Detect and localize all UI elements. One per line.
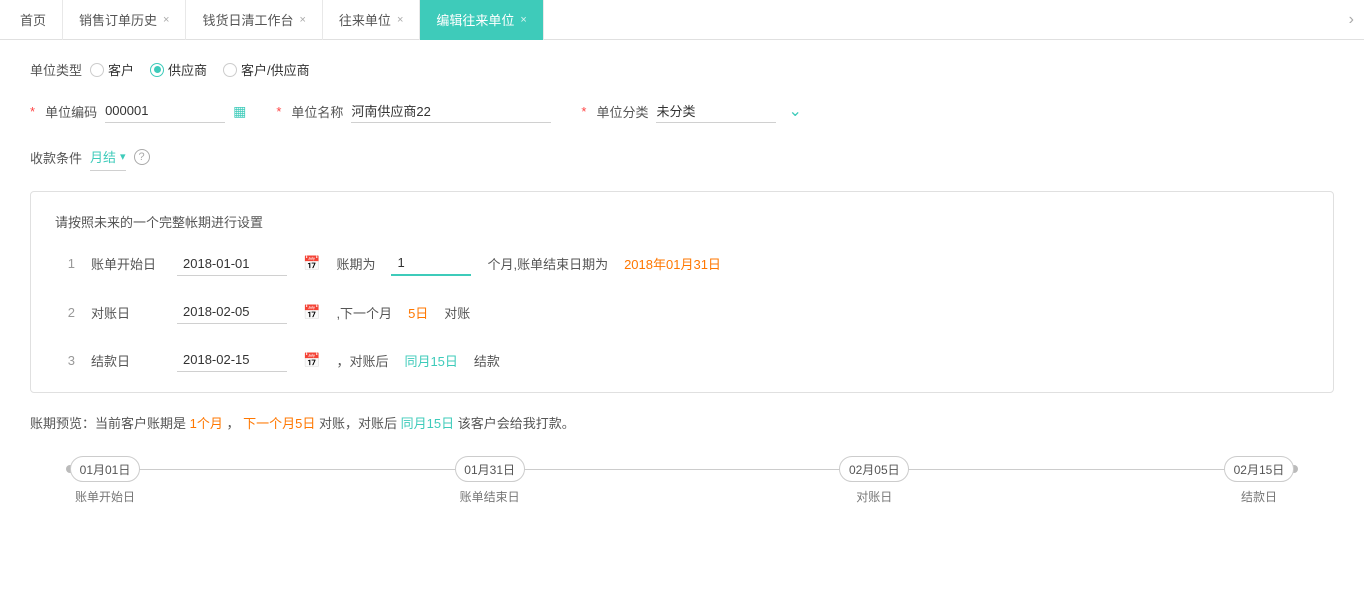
timeline-item-3: 02月05日 对账日	[839, 456, 909, 505]
tab-bar-end[interactable]: ›	[1349, 11, 1364, 29]
tab-cash-work[interactable]: 钱货日清工作台 ×	[186, 0, 322, 40]
unit-type-label: 单位类型	[30, 60, 82, 79]
timeline-section: 01月01日 账单开始日 01月31日 账单结束日 02月05日 对账日 02月…	[30, 456, 1334, 535]
radio-label-supplier: 供应商	[168, 60, 207, 79]
row1-highlight: 2018年01月31日	[624, 254, 721, 273]
close-icon[interactable]: ×	[299, 14, 305, 26]
chevron-down-icon: ▾	[120, 150, 126, 163]
required-star-name: *	[276, 104, 281, 119]
timeline-label-3: 对账日	[856, 488, 892, 505]
preview-suffix: 该客户会给我打款。	[458, 416, 575, 431]
copy-icon[interactable]: ▦	[233, 103, 246, 120]
preview-part1: 1个月	[190, 416, 223, 431]
question-icon[interactable]: ?	[134, 149, 150, 165]
row2-prefix: ,下一个月	[336, 303, 392, 322]
close-icon[interactable]: ×	[163, 14, 169, 26]
radio-customer[interactable]: 客户	[90, 60, 134, 79]
row1-suffix-before: 账期为	[336, 254, 375, 273]
timeline-node-3: 02月05日	[839, 456, 909, 482]
period-input[interactable]	[391, 251, 471, 276]
tab-edit-partner[interactable]: 编辑往来单位 ×	[420, 0, 543, 40]
required-star-category: *	[581, 104, 586, 119]
radio-label-customer: 客户	[108, 60, 134, 79]
payment-terms-select[interactable]: 月结 ▾	[90, 143, 126, 171]
preview-prefix: 账期预览：当前客户账期是	[30, 416, 186, 431]
unit-type-row: 单位类型 客户 供应商 客户/供应商	[30, 60, 1334, 79]
reconcile-date-input[interactable]	[177, 300, 287, 324]
tab-partner[interactable]: 往来单位 ×	[323, 0, 420, 40]
preview-comma1: ，	[227, 416, 240, 431]
payment-terms-row: 收款条件 月结 ▾ ?	[30, 143, 1334, 171]
close-icon[interactable]: ×	[397, 14, 403, 26]
section-title: 请按照未来的一个完整帐期进行设置	[55, 212, 1309, 231]
unit-category-input[interactable]	[656, 99, 776, 123]
tab-sales-history[interactable]: 销售订单历史 ×	[63, 0, 186, 40]
payment-terms-group: 收款条件 月结 ▾ ?	[30, 143, 150, 171]
timeline-node-4: 02月15日	[1224, 456, 1294, 482]
unit-name-input[interactable]	[351, 99, 551, 123]
row-label-3: 结款日	[91, 351, 161, 370]
preview-part2: 下一个月5日	[243, 416, 315, 431]
tab-home[interactable]: 首页	[0, 0, 63, 40]
timeline-items: 01月01日 账单开始日 01月31日 账单结束日 02月05日 对账日 02月…	[70, 456, 1294, 505]
radio-label-both: 客户/供应商	[241, 60, 310, 79]
payment-terms-value: 月结	[90, 147, 116, 166]
row-label-1: 账单开始日	[91, 254, 161, 273]
preview-section: 账期预览：当前客户账期是 1个月 ， 下一个月5日 对账，对账后 同月15日 该…	[30, 413, 1334, 432]
timeline-item-2: 01月31日 账单结束日	[455, 456, 525, 505]
setting-row-1: 1 账单开始日 📅 账期为 个月,账单结束日期为 2018年01月31日	[55, 251, 1309, 276]
row3-suffix2: 结款	[474, 351, 500, 370]
row-label-2: 对账日	[91, 303, 161, 322]
radio-circle-both[interactable]	[223, 63, 237, 77]
row-num-1: 1	[55, 256, 75, 271]
radio-both[interactable]: 客户/供应商	[223, 60, 310, 79]
row1-suffix: 个月,账单结束日期为	[487, 254, 608, 273]
unit-category-label: 单位分类	[596, 102, 648, 121]
row3-prefix: ，对账后	[336, 351, 388, 370]
calendar-icon-3[interactable]: 📅	[303, 352, 320, 369]
settings-section: 请按照未来的一个完整帐期进行设置 1 账单开始日 📅 账期为 个月,账单结束日期…	[30, 191, 1334, 393]
required-star-code: *	[30, 104, 35, 119]
row3-highlight: 同月15日	[404, 351, 457, 370]
close-icon[interactable]: ×	[520, 14, 526, 26]
payment-date-input[interactable]	[177, 348, 287, 372]
timeline-label-4: 结款日	[1241, 488, 1277, 505]
timeline-node-1: 01月01日	[70, 456, 140, 482]
setting-rows: 1 账单开始日 📅 账期为 个月,账单结束日期为 2018年01月31日 2 对…	[55, 251, 1309, 372]
setting-row-2: 2 对账日 📅 ,下一个月 5日对账	[55, 300, 1309, 324]
radio-circle-supplier[interactable]	[150, 63, 164, 77]
row-num-3: 3	[55, 353, 75, 368]
unit-code-input[interactable]	[105, 99, 225, 123]
timeline-item-4: 02月15日 结款日	[1224, 456, 1294, 505]
preview-part3: 同月15日	[401, 416, 454, 431]
row2-suffix2: 对账	[444, 303, 470, 322]
start-date-input[interactable]	[177, 252, 287, 276]
unit-name-group: * 单位名称	[276, 99, 551, 123]
calendar-icon-1[interactable]: 📅	[303, 255, 320, 272]
unit-type-group: 单位类型 客户 供应商 客户/供应商	[30, 60, 310, 79]
code-name-category-row: * 单位编码 ▦ * 单位名称 * 单位分类 ⌄	[30, 99, 1334, 123]
preview-middle: 对账，对账后	[319, 416, 397, 431]
main-content: 单位类型 客户 供应商 客户/供应商 * 单位编码	[0, 40, 1364, 608]
row-num-2: 2	[55, 305, 75, 320]
unit-category-group: * 单位分类 ⌄	[581, 99, 801, 123]
calendar-icon-2[interactable]: 📅	[303, 304, 320, 321]
row2-highlight: 5日	[408, 303, 428, 322]
timeline-item-1: 01月01日 账单开始日	[70, 456, 140, 505]
timeline-label-1: 账单开始日	[75, 488, 135, 505]
unit-code-label: 单位编码	[45, 102, 97, 121]
timeline-node-2: 01月31日	[455, 456, 525, 482]
radio-supplier[interactable]: 供应商	[150, 60, 207, 79]
category-dropdown-icon[interactable]: ⌄	[788, 101, 801, 121]
unit-name-label: 单位名称	[291, 102, 343, 121]
unit-code-group: * 单位编码 ▦	[30, 99, 246, 123]
radio-group-unit-type: 客户 供应商 客户/供应商	[90, 60, 310, 79]
radio-circle-customer[interactable]	[90, 63, 104, 77]
timeline-label-2: 账单结束日	[460, 488, 520, 505]
payment-terms-label: 收款条件	[30, 148, 82, 167]
setting-row-3: 3 结款日 📅 ，对账后同月15日结款	[55, 348, 1309, 372]
tab-bar: 首页 销售订单历史 × 钱货日清工作台 × 往来单位 × 编辑往来单位 × ›	[0, 0, 1364, 40]
